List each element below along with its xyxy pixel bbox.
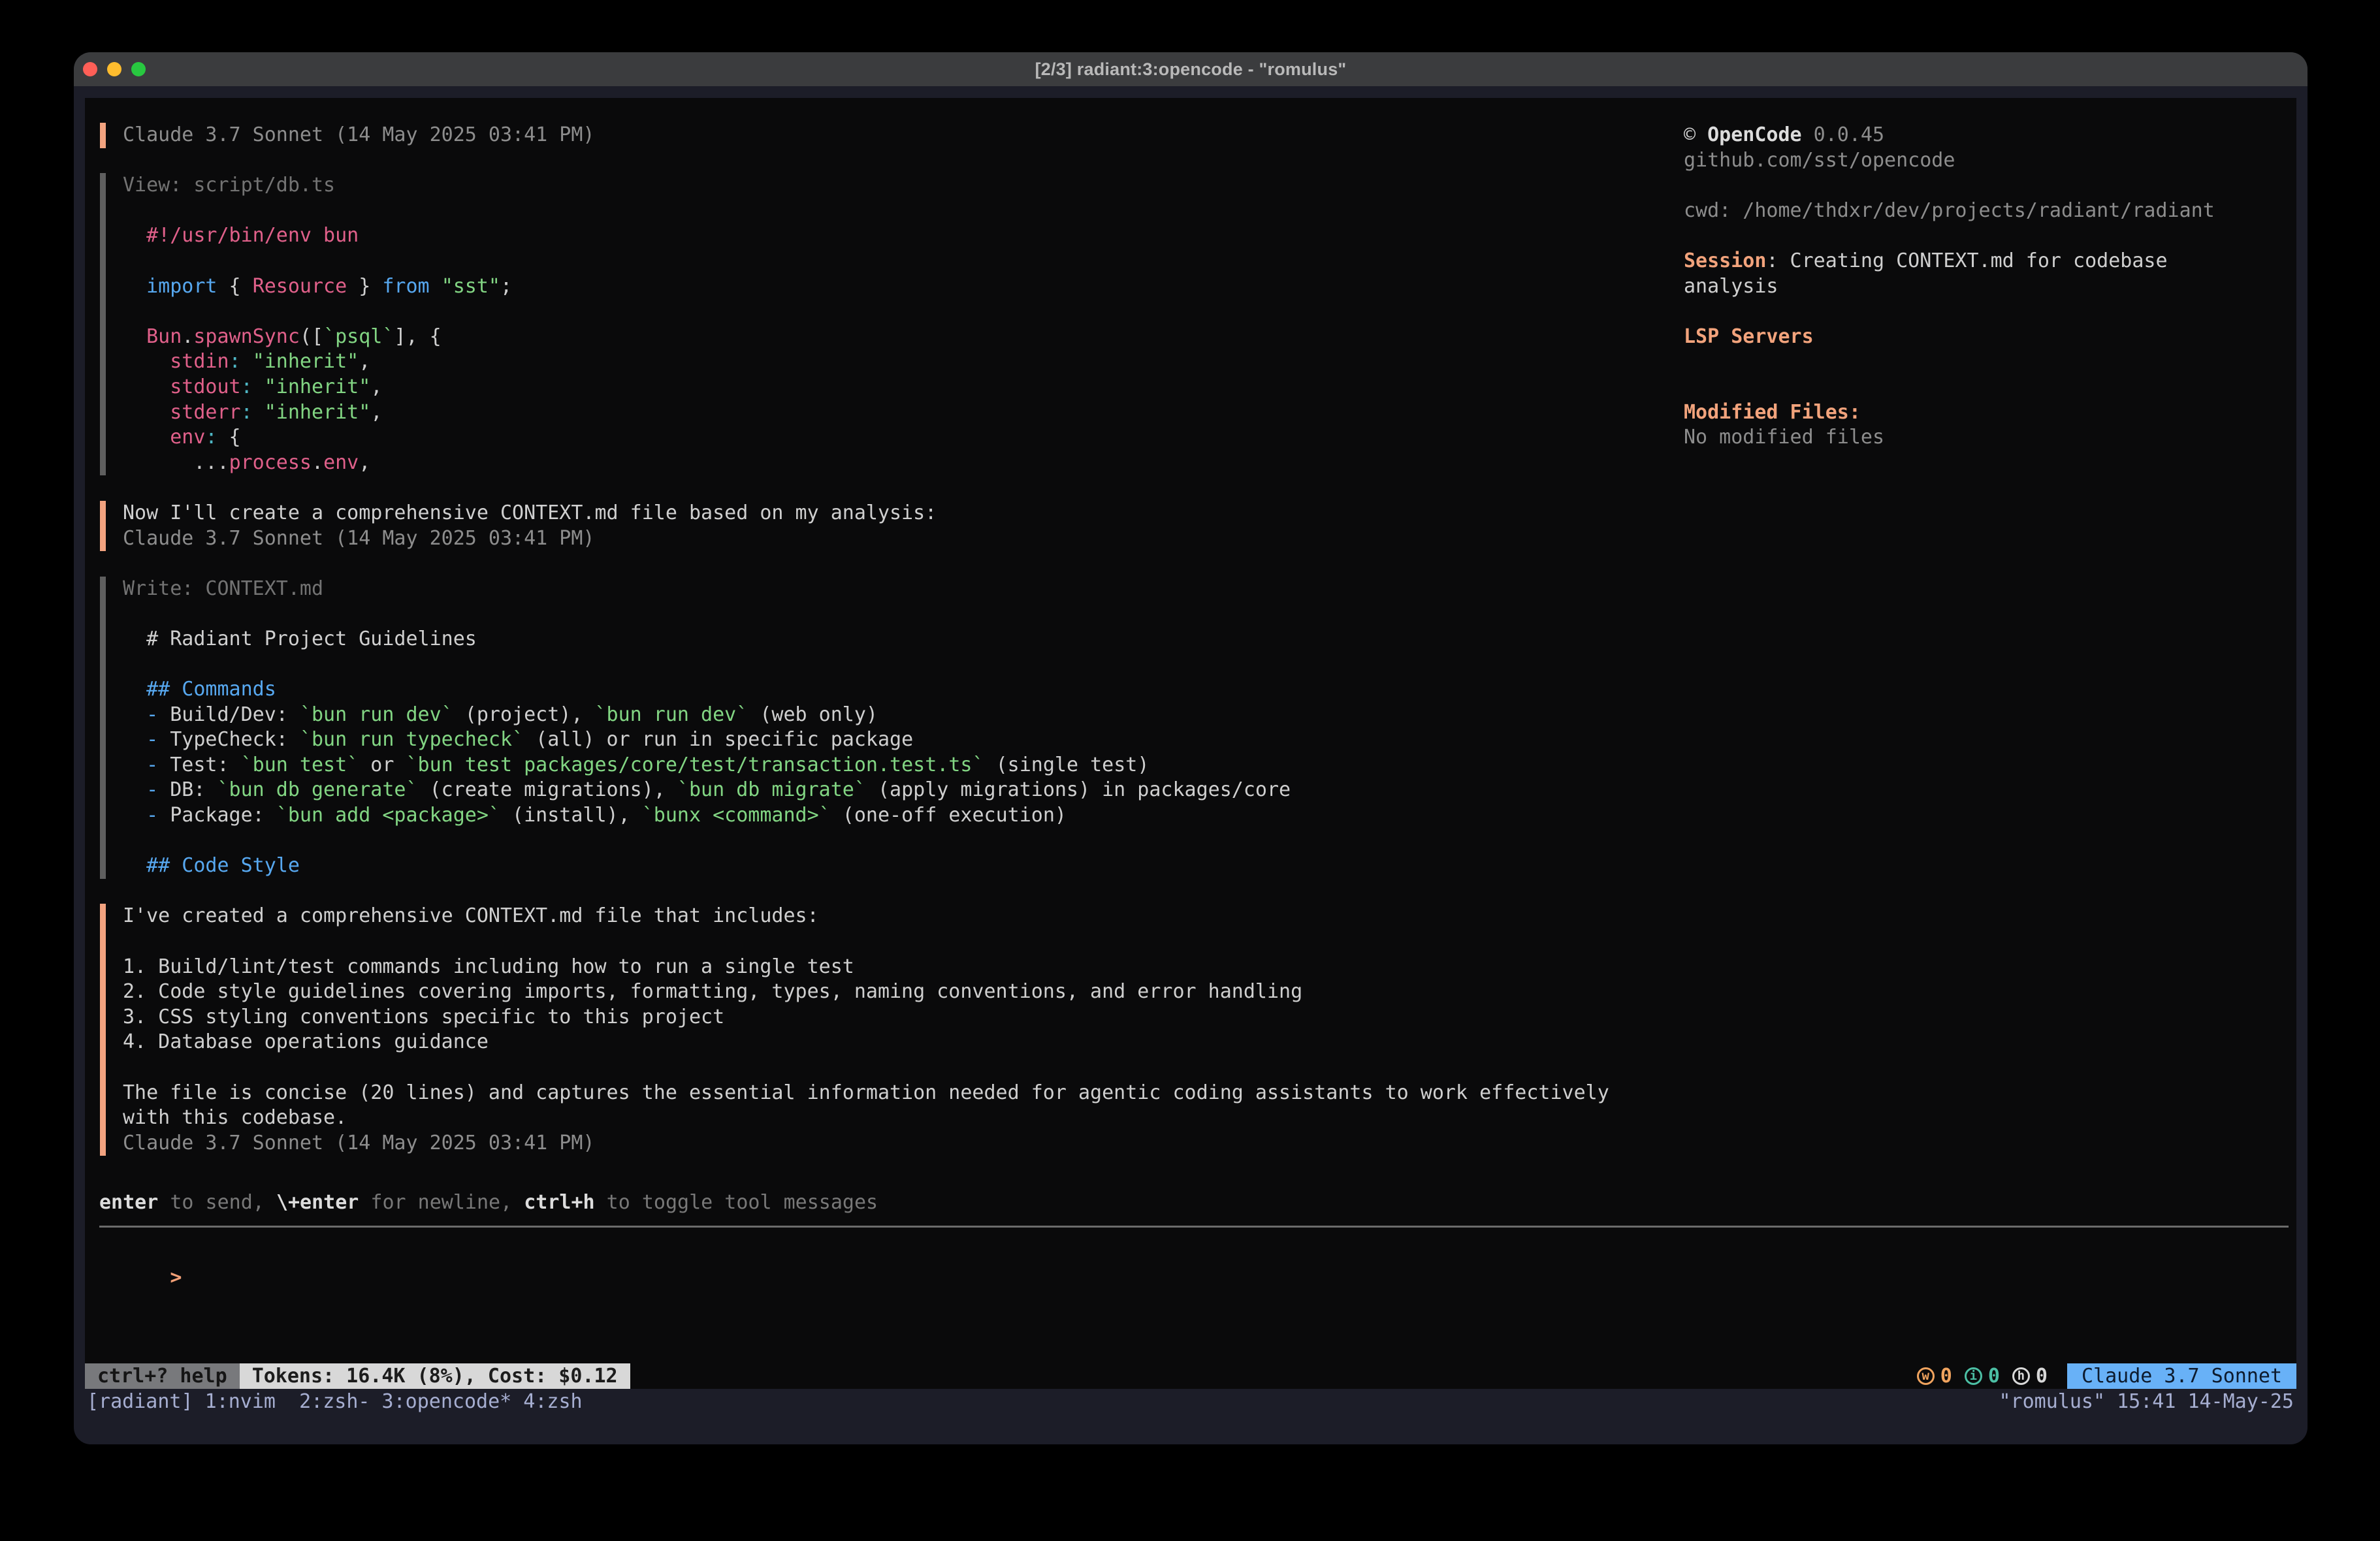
text-line bbox=[123, 299, 1694, 325]
text-line: 4. Database operations guidance bbox=[123, 1030, 1694, 1055]
text-line: import { Resource } from "sst"; bbox=[123, 274, 1694, 300]
sidebar-lines: © OpenCode 0.0.45github.com/sst/opencode… bbox=[1684, 123, 2285, 451]
text-line: The file is concise (20 lines) and captu… bbox=[123, 1081, 1694, 1106]
tool-view-block: View: script/db.ts #!/usr/bin/env bun im… bbox=[100, 173, 1694, 475]
text-line: cwd: /home/thdxr/dev/projects/radiant/ra… bbox=[1684, 199, 2285, 224]
text-line bbox=[123, 652, 1694, 677]
zoom-button[interactable] bbox=[131, 62, 146, 76]
text-line: Claude 3.7 Sonnet (14 May 2025 03:41 PM) bbox=[123, 123, 1694, 148]
text-line: ...process.env, bbox=[123, 451, 1694, 476]
chat-blocks: Claude 3.7 Sonnet (14 May 2025 03:41 PM)… bbox=[100, 123, 1694, 1181]
text-line: I've created a comprehensive CONTEXT.md … bbox=[123, 904, 1694, 929]
text-line: Claude 3.7 Sonnet (14 May 2025 03:41 PM) bbox=[123, 1131, 1694, 1156]
minimize-button[interactable] bbox=[107, 62, 121, 76]
text-line: env: { bbox=[123, 425, 1694, 451]
text-line: Session: Creating CONTEXT.md for codebas… bbox=[1684, 249, 2285, 274]
text-line: 2. Code style guidelines covering import… bbox=[123, 979, 1694, 1005]
input-separator bbox=[99, 1226, 2289, 1228]
text-line: github.com/sst/opencode bbox=[1684, 148, 2285, 174]
text-line: LSP Servers bbox=[1684, 325, 2285, 350]
footer-hint: enter to send, \+enter for newline, ctrl… bbox=[99, 1190, 878, 1216]
text-line bbox=[1684, 349, 2285, 375]
text-line bbox=[123, 1055, 1694, 1081]
assistant-message: Now I'll create a comprehensive CONTEXT.… bbox=[100, 501, 1694, 551]
text-line: No modified files bbox=[1684, 425, 2285, 451]
text-line: Now I'll create a comprehensive CONTEXT.… bbox=[123, 501, 1694, 526]
text-line: Bun.spawnSync([`psql`], { bbox=[123, 325, 1694, 350]
text-line: Claude 3.7 Sonnet (14 May 2025 03:41 PM) bbox=[123, 526, 1694, 552]
diagnostic-w-icon: w0 bbox=[1917, 1365, 1952, 1388]
model-pill[interactable]: Claude 3.7 Sonnet bbox=[2067, 1363, 2296, 1389]
text-line: Write: CONTEXT.md bbox=[123, 577, 1694, 602]
text-line bbox=[123, 601, 1694, 627]
text-line: analysis bbox=[1684, 274, 2285, 300]
text-line bbox=[123, 829, 1694, 854]
text-line: stdout: "inherit", bbox=[123, 375, 1694, 400]
text-line: # Radiant Project Guidelines bbox=[123, 627, 1694, 652]
text-line bbox=[1684, 223, 2285, 249]
tmux-status-bar: [radiant] 1:nvim 2:zsh- 3:opencode* 4:zs… bbox=[87, 1389, 2294, 1414]
status-right: w0 i0 h0 Claude 3.7 Sonnet bbox=[1917, 1363, 2296, 1389]
tmux-window-list[interactable]: [radiant] 1:nvim 2:zsh- 3:opencode* 4:zs… bbox=[87, 1390, 583, 1413]
diagnostic-h-icon: h0 bbox=[2012, 1365, 2048, 1388]
text-line bbox=[123, 929, 1694, 955]
assistant-message-header: Claude 3.7 Sonnet (14 May 2025 03:41 PM) bbox=[100, 123, 1694, 148]
diagnostics: w0 i0 h0 bbox=[1917, 1363, 2048, 1389]
text-line: #!/usr/bin/env bun bbox=[123, 223, 1694, 249]
text-line: - Build/Dev: `bun run dev` (project), `b… bbox=[123, 703, 1694, 728]
text-line: - Package: `bun add <package>` (install)… bbox=[123, 803, 1694, 829]
tool-write-block: Write: CONTEXT.md # Radiant Project Guid… bbox=[100, 577, 1694, 879]
text-line: 1. Build/lint/test commands including ho… bbox=[123, 955, 1694, 980]
window-titlebar[interactable]: [2/3] radiant:3:opencode - "romulus" bbox=[74, 52, 2308, 86]
prompt-input[interactable]: > bbox=[99, 1240, 182, 1265]
status-left: ctrl+? help Tokens: 16.4K (8%), Cost: $0… bbox=[85, 1363, 630, 1389]
traffic-lights bbox=[83, 62, 146, 76]
text-line: stdin: "inherit", bbox=[123, 349, 1694, 375]
assistant-message-summary: I've created a comprehensive CONTEXT.md … bbox=[100, 904, 1694, 1156]
status-bar: ctrl+? help Tokens: 16.4K (8%), Cost: $0… bbox=[85, 1363, 2296, 1389]
text-line: 3. CSS styling conventions specific to t… bbox=[123, 1005, 1694, 1030]
tmux-host-clock: "romulus" 15:41 14-May-25 bbox=[1999, 1390, 2294, 1413]
text-line: ## Commands bbox=[123, 677, 1694, 703]
text-line: © OpenCode 0.0.45 bbox=[1684, 123, 2285, 148]
help-shortcut-pill[interactable]: ctrl+? help bbox=[85, 1363, 240, 1389]
diagnostic-i-icon: i0 bbox=[1965, 1365, 2000, 1388]
text-line bbox=[1684, 299, 2285, 325]
prompt-symbol: > bbox=[170, 1266, 182, 1289]
text-line: - TypeCheck: `bun run typecheck` (all) o… bbox=[123, 727, 1694, 753]
text-line: ## Code Style bbox=[123, 853, 1694, 879]
tokens-cost-pill: Tokens: 16.4K (8%), Cost: $0.12 bbox=[240, 1363, 630, 1389]
text-line: enter to send, \+enter for newline, ctrl… bbox=[99, 1190, 878, 1216]
text-line bbox=[1684, 173, 2285, 199]
text-line: View: script/db.ts bbox=[123, 173, 1694, 199]
text-line bbox=[123, 199, 1694, 224]
text-line: with this codebase. bbox=[123, 1105, 1694, 1131]
text-line bbox=[123, 249, 1694, 274]
close-button[interactable] bbox=[83, 62, 97, 76]
text-line bbox=[1684, 375, 2285, 400]
terminal-window: [2/3] radiant:3:opencode - "romulus" Cla… bbox=[74, 52, 2308, 1444]
text-line: Modified Files: bbox=[1684, 400, 2285, 426]
text-line: - Test: `bun test` or `bun test packages… bbox=[123, 753, 1694, 778]
text-line: - DB: `bun db generate` (create migratio… bbox=[123, 778, 1694, 803]
window-title: [2/3] radiant:3:opencode - "romulus" bbox=[1035, 59, 1347, 80]
text-line: stderr: "inherit", bbox=[123, 400, 1694, 426]
opencode-pane: Claude 3.7 Sonnet (14 May 2025 03:41 PM)… bbox=[85, 98, 2296, 1389]
